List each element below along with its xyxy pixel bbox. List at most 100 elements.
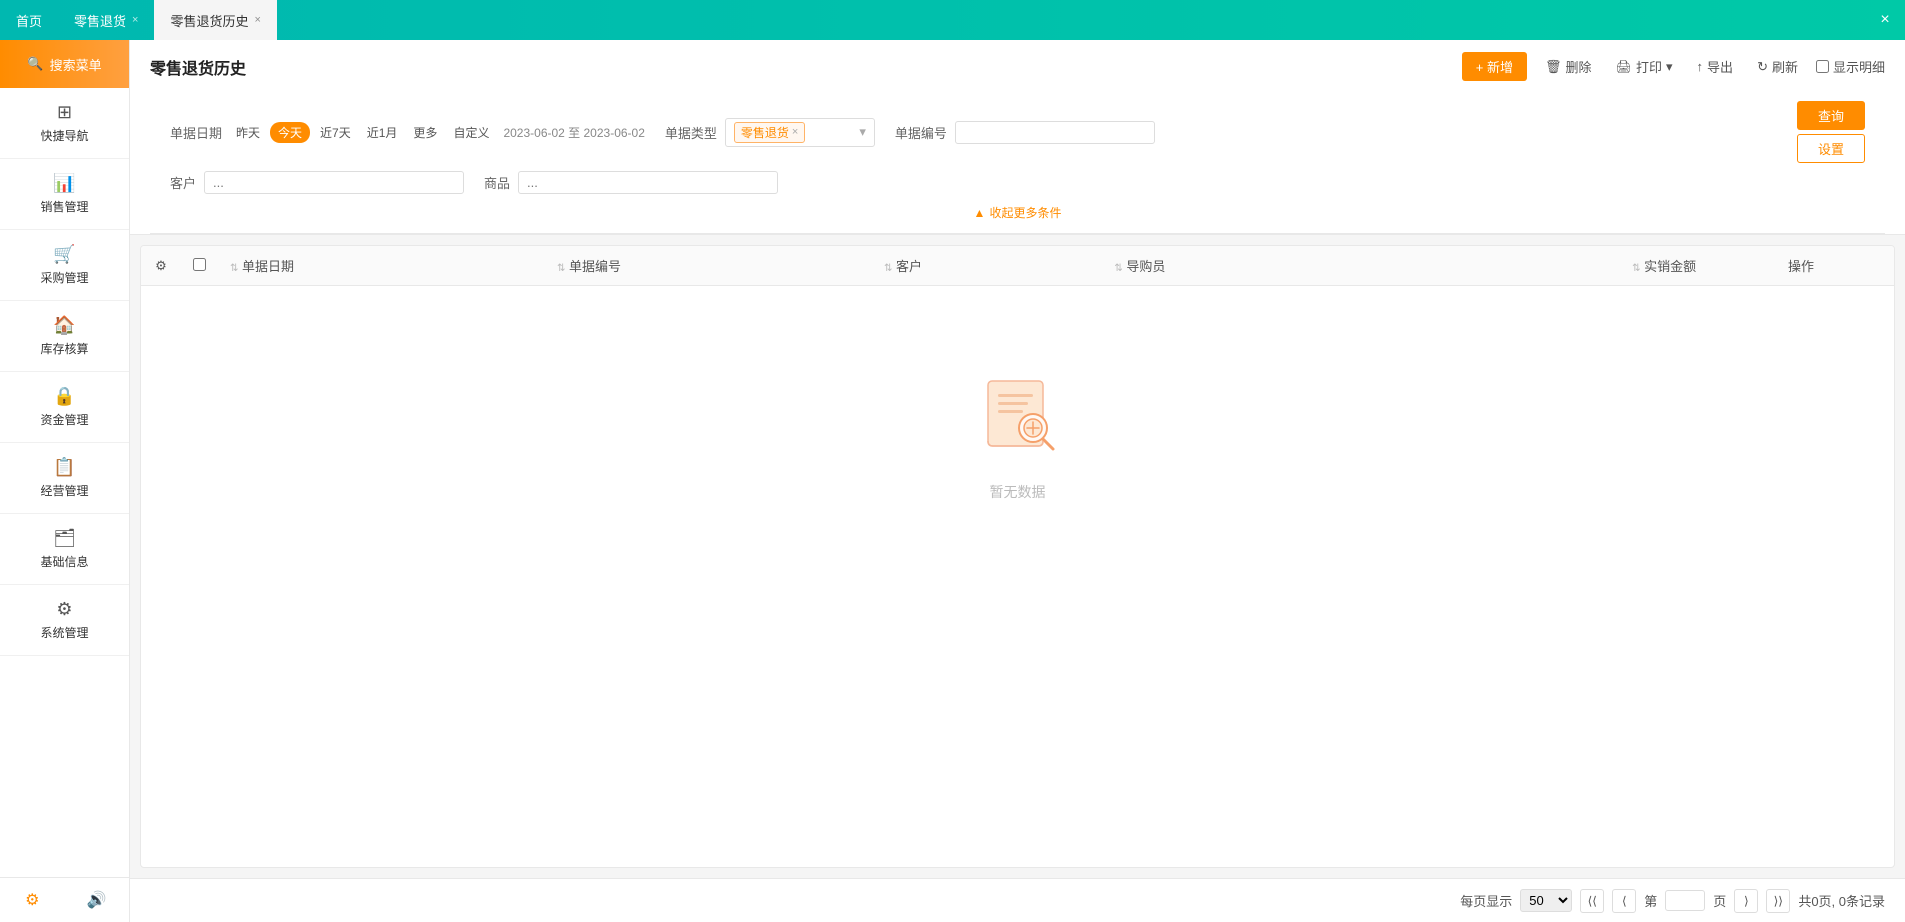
per-page-select[interactable]: 20 50 100: [1520, 889, 1572, 912]
table-body: 暂无数据: [141, 286, 1894, 583]
sort-customer-icon: ⇅: [884, 263, 892, 274]
export-button[interactable]: ↑ 导出: [1691, 53, 1740, 80]
doc-type-tag: 零售退货 ×: [734, 122, 805, 143]
refresh-icon: ↻: [1757, 59, 1768, 75]
quick-nav-icon: ⊞: [57, 102, 72, 123]
th-settings[interactable]: ⚙: [141, 246, 181, 286]
page-input[interactable]: 1: [1665, 890, 1705, 911]
tab-home[interactable]: 首页: [0, 0, 58, 40]
sidebar-item-purchase-mgmt[interactable]: 🛒 采购管理: [0, 230, 129, 301]
add-button[interactable]: + 新增: [1462, 52, 1527, 81]
print-button[interactable]: 🖨 打印 ▾: [1609, 53, 1678, 80]
th-customer[interactable]: ⇅ 客户: [872, 246, 1102, 286]
sidebar-bottom: ⚙ 🔊: [0, 877, 129, 922]
collapse-button[interactable]: ▲ 收起更多条件: [964, 202, 1072, 223]
sidebar-search[interactable]: 🔍 搜索菜单: [0, 40, 129, 88]
sidebar-item-sales-mgmt[interactable]: 📊 销售管理: [0, 159, 129, 230]
goods-input[interactable]: [518, 171, 778, 194]
search-icon: 🔍: [27, 56, 43, 72]
date-opt-yesterday[interactable]: 昨天: [230, 122, 266, 143]
inventory-icon: 🏠: [53, 315, 75, 336]
delete-icon: 🗑: [1545, 59, 1562, 75]
filter-row-1: 单据日期 昨天 今天 近7天 近1月 更多 自定义 2023-06-02 至 2…: [170, 101, 1865, 163]
last-page-button[interactable]: ⟩⟩: [1766, 889, 1790, 913]
date-opt-more[interactable]: 更多: [407, 122, 443, 143]
refresh-button[interactable]: ↻ 刷新: [1751, 53, 1804, 80]
date-filter-group: 单据日期 昨天 今天 近7天 近1月 更多 自定义 2023-06-02 至 2…: [170, 122, 645, 143]
empty-state: 暂无数据: [141, 286, 1894, 582]
sidebar: 🔍 搜索菜单 ⊞ 快捷导航 📊 销售管理 🛒 采购管理 🏠 库存核算 🔒 资金管…: [0, 40, 130, 922]
doc-no-filter-group: 单据编号: [895, 121, 1155, 144]
export-icon: ↑: [1697, 59, 1704, 74]
main-content: 零售退货历史 + 新增 🗑 删除 🖨 打印 ▾ ↑ 导出: [130, 40, 1905, 922]
purchase-icon: 🛒: [53, 244, 75, 265]
toolbar: + 新增 🗑 删除 🖨 打印 ▾ ↑ 导出 ↻: [1462, 52, 1885, 81]
window-close-button[interactable]: ×: [1865, 0, 1905, 40]
th-doc-date[interactable]: ⇅ 单据日期: [218, 246, 545, 286]
date-range: 2023-06-02 至 2023-06-02: [503, 124, 644, 141]
date-opt-7days[interactable]: 近7天: [314, 122, 357, 143]
sales-icon: 📊: [53, 173, 75, 194]
sidebar-sound-button[interactable]: 🔊: [65, 878, 130, 922]
th-guide[interactable]: ⇅ 导购员: [1102, 246, 1381, 286]
select-all-checkbox[interactable]: [193, 258, 206, 271]
sort-amount-icon: ⇅: [1632, 263, 1640, 274]
customer-label: 客户: [170, 173, 196, 192]
sidebar-item-basic-info[interactable]: 🗂 基础信息: [0, 514, 129, 585]
prev-page-button[interactable]: ⟨: [1612, 889, 1636, 913]
date-opt-custom[interactable]: 自定义: [447, 122, 495, 143]
date-opt-today[interactable]: 今天: [270, 122, 310, 143]
tab-retail-return-history[interactable]: 零售退货历史 ×: [154, 0, 276, 40]
system-icon: ⚙: [56, 599, 72, 620]
table-container: ⚙ ⇅ 单据日期 ⇅ 单据编号 ⇅ 客户 ⇅ 导购员 ⇅ 实销金额 操作: [140, 245, 1895, 868]
filter-row-2: 客户 商品: [170, 171, 1865, 194]
customer-input[interactable]: [204, 171, 464, 194]
doc-no-input[interactable]: [955, 121, 1155, 144]
tab-bar: 首页 零售退货 × 零售退货历史 ×: [0, 0, 1865, 40]
collapse-icon: ▲: [974, 206, 986, 220]
pagination: 每页显示 20 50 100 ⟨⟨ ⟨ 第 1 页 ⟩ ⟩⟩ 共0页, 0条记录: [130, 878, 1905, 922]
sidebar-item-inventory[interactable]: 🏠 库存核算: [0, 301, 129, 372]
table-header-row: ⚙ ⇅ 单据日期 ⇅ 单据编号 ⇅ 客户 ⇅ 导购员 ⇅ 实销金额 操作: [141, 246, 1894, 286]
th-actual-amount[interactable]: ⇅ 实销金额: [1381, 246, 1708, 286]
sidebar-item-operations[interactable]: 📋 经营管理: [0, 443, 129, 514]
date-opt-1month[interactable]: 近1月: [361, 122, 404, 143]
date-filter-label: 单据日期: [170, 123, 222, 142]
empty-text: 暂无数据: [990, 482, 1046, 502]
empty-state-row: 暂无数据: [141, 286, 1894, 583]
first-page-button[interactable]: ⟨⟨: [1580, 889, 1604, 913]
sidebar-item-finance[interactable]: 🔒 资金管理: [0, 372, 129, 443]
tab-retail-return-history-close[interactable]: ×: [254, 14, 260, 26]
date-options: 昨天 今天 近7天 近1月 更多 自定义: [230, 122, 495, 143]
doc-type-dropdown-icon: ▾: [859, 124, 866, 140]
page-header: 零售退货历史 + 新增 🗑 删除 🖨 打印 ▾ ↑ 导出: [130, 40, 1905, 235]
tab-retail-return-close[interactable]: ×: [132, 14, 138, 26]
th-checkbox[interactable]: [181, 246, 218, 286]
next-page-button[interactable]: ⟩: [1734, 889, 1758, 913]
sort-guide-icon: ⇅: [1114, 263, 1122, 274]
doc-type-remove[interactable]: ×: [792, 126, 798, 138]
operations-icon: 📋: [53, 457, 75, 478]
total-label: 共0页, 0条记录: [1798, 891, 1885, 910]
doc-type-select[interactable]: 零售退货 × ▾: [725, 118, 875, 147]
doc-type-label: 单据类型: [665, 123, 717, 142]
query-button[interactable]: 查询: [1797, 101, 1865, 130]
sidebar-settings-button[interactable]: ⚙: [0, 878, 65, 922]
page-title-row: 零售退货历史 + 新增 🗑 删除 🖨 打印 ▾ ↑ 导出: [150, 52, 1885, 81]
show-detail-checkbox[interactable]: 显示明细: [1816, 57, 1885, 76]
sidebar-item-quick-nav[interactable]: ⊞ 快捷导航: [0, 88, 129, 159]
delete-button[interactable]: 🗑 删除: [1539, 53, 1598, 80]
customer-filter-group: 客户: [170, 171, 464, 194]
goods-label: 商品: [484, 173, 510, 192]
page-label: 第: [1644, 891, 1657, 910]
data-table: ⚙ ⇅ 单据日期 ⇅ 单据编号 ⇅ 客户 ⇅ 导购员 ⇅ 实销金额 操作: [141, 246, 1894, 582]
th-doc-no[interactable]: ⇅ 单据编号: [545, 246, 872, 286]
show-detail-check[interactable]: [1816, 60, 1829, 73]
sidebar-item-system[interactable]: ⚙ 系统管理: [0, 585, 129, 656]
settings-button[interactable]: 设置: [1797, 134, 1865, 163]
tab-retail-return[interactable]: 零售退货 ×: [58, 0, 154, 40]
sort-doc-no-icon: ⇅: [557, 263, 565, 274]
filter-area: 单据日期 昨天 今天 近7天 近1月 更多 自定义 2023-06-02 至 2…: [150, 91, 1885, 234]
basic-info-icon: 🗂: [53, 528, 76, 549]
per-page-label: 每页显示: [1460, 891, 1512, 910]
